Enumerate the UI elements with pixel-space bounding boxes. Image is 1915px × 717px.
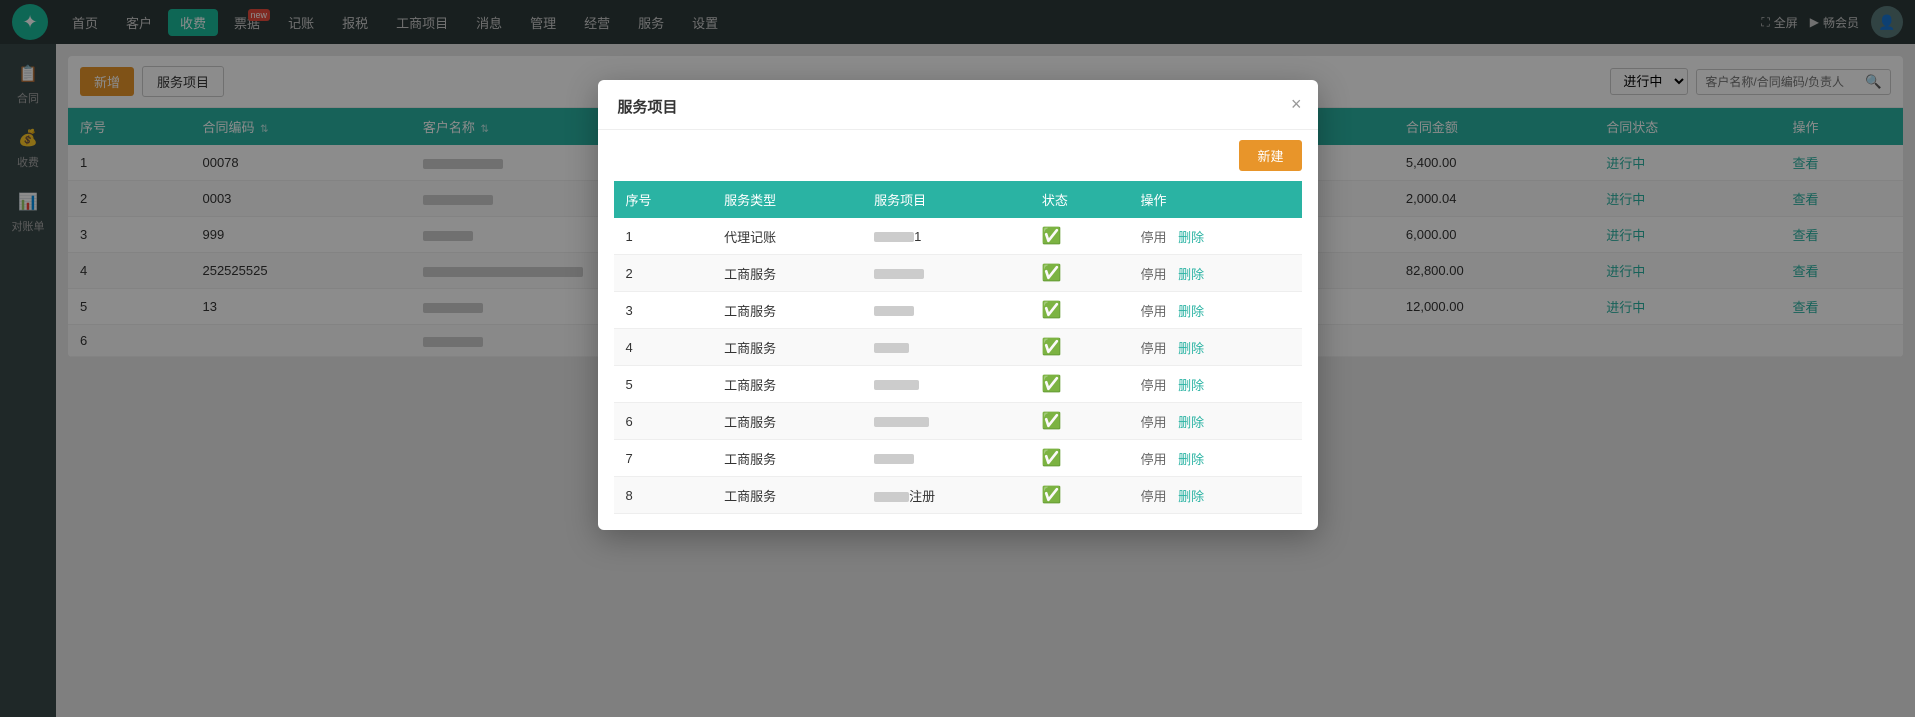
mcell-action: 停用 删除 [1129, 440, 1302, 477]
mcell-seq: 3 [614, 292, 713, 329]
modal-body: 序号 服务类型 服务项目 状态 操作 1 代理记账 1 ✅ 停用 [598, 181, 1318, 530]
modal-table-row: 2 工商服务 ✅ 停用 删除 [614, 255, 1302, 292]
mcell-status: ✅ [1030, 292, 1129, 329]
mcell-item [862, 403, 1030, 440]
modal-header: 服务项目 × [598, 80, 1318, 130]
mcell-type: 代理记账 [712, 218, 862, 255]
mcell-item [862, 292, 1030, 329]
mcell-action: 停用 删除 [1129, 403, 1302, 440]
stop-button[interactable]: 停用 [1141, 378, 1167, 393]
mcell-action: 停用 删除 [1129, 329, 1302, 366]
stop-button[interactable]: 停用 [1141, 341, 1167, 356]
delete-button[interactable]: 删除 [1178, 230, 1204, 245]
mcell-item [862, 255, 1030, 292]
mcell-seq: 1 [614, 218, 713, 255]
mcell-action: 停用 删除 [1129, 366, 1302, 403]
modal-table-row: 7 工商服务 ✅ 停用 删除 [614, 440, 1302, 477]
mcell-type: 工商服务 [712, 440, 862, 477]
mcell-action: 停用 删除 [1129, 477, 1302, 514]
modal-table-row: 4 工商服务 ✅ 停用 删除 [614, 329, 1302, 366]
modal-toolbar: 新建 [598, 130, 1318, 181]
mcell-status: ✅ [1030, 329, 1129, 366]
delete-button[interactable]: 删除 [1178, 341, 1204, 356]
mcell-status: ✅ [1030, 255, 1129, 292]
stop-button[interactable]: 停用 [1141, 415, 1167, 430]
mcell-item: 注册 [862, 477, 1030, 514]
modal-new-button[interactable]: 新建 [1239, 140, 1301, 171]
delete-button[interactable]: 删除 [1178, 452, 1204, 467]
mcell-status: ✅ [1030, 440, 1129, 477]
mcell-action: 停用 删除 [1129, 218, 1302, 255]
mcell-seq: 2 [614, 255, 713, 292]
mcell-seq: 4 [614, 329, 713, 366]
modal-table-row: 8 工商服务 注册 ✅ 停用 删除 [614, 477, 1302, 514]
mcell-type: 工商服务 [712, 477, 862, 514]
service-table: 序号 服务类型 服务项目 状态 操作 1 代理记账 1 ✅ 停用 [614, 181, 1302, 514]
delete-button[interactable]: 删除 [1178, 489, 1204, 504]
delete-button[interactable]: 删除 [1178, 415, 1204, 430]
mcell-status: ✅ [1030, 366, 1129, 403]
mcol-seq: 序号 [614, 181, 713, 218]
mcol-action: 操作 [1129, 181, 1302, 218]
mcell-type: 工商服务 [712, 255, 862, 292]
stop-button[interactable]: 停用 [1141, 452, 1167, 467]
modal-table-row: 5 工商服务 ✅ 停用 删除 [614, 366, 1302, 403]
mcol-item: 服务项目 [862, 181, 1030, 218]
mcell-action: 停用 删除 [1129, 255, 1302, 292]
delete-button[interactable]: 删除 [1178, 267, 1204, 282]
modal-overlay[interactable]: 服务项目 × 新建 序号 服务类型 服务项目 状态 操作 [0, 0, 1915, 717]
mcell-type: 工商服务 [712, 329, 862, 366]
modal-table-row: 6 工商服务 ✅ 停用 删除 [614, 403, 1302, 440]
mcell-status: ✅ [1030, 403, 1129, 440]
mcell-seq: 5 [614, 366, 713, 403]
mcell-type: 工商服务 [712, 403, 862, 440]
delete-button[interactable]: 删除 [1178, 304, 1204, 319]
mcol-status: 状态 [1030, 181, 1129, 218]
modal-table-row: 3 工商服务 ✅ 停用 删除 [614, 292, 1302, 329]
modal-table-row: 1 代理记账 1 ✅ 停用 删除 [614, 218, 1302, 255]
mcell-status: ✅ [1030, 477, 1129, 514]
mcell-type: 工商服务 [712, 366, 862, 403]
mcell-item [862, 440, 1030, 477]
mcell-item [862, 366, 1030, 403]
mcell-seq: 7 [614, 440, 713, 477]
stop-button[interactable]: 停用 [1141, 304, 1167, 319]
service-modal: 服务项目 × 新建 序号 服务类型 服务项目 状态 操作 [598, 80, 1318, 530]
stop-button[interactable]: 停用 [1141, 267, 1167, 282]
delete-button[interactable]: 删除 [1178, 378, 1204, 393]
stop-button[interactable]: 停用 [1141, 489, 1167, 504]
mcell-status: ✅ [1030, 218, 1129, 255]
modal-title: 服务项目 [618, 99, 678, 116]
mcell-item [862, 329, 1030, 366]
mcell-type: 工商服务 [712, 292, 862, 329]
mcell-item: 1 [862, 218, 1030, 255]
mcell-seq: 6 [614, 403, 713, 440]
stop-button[interactable]: 停用 [1141, 230, 1167, 245]
mcell-action: 停用 删除 [1129, 292, 1302, 329]
mcell-seq: 8 [614, 477, 713, 514]
mcol-type: 服务类型 [712, 181, 862, 218]
modal-close-button[interactable]: × [1291, 94, 1302, 115]
